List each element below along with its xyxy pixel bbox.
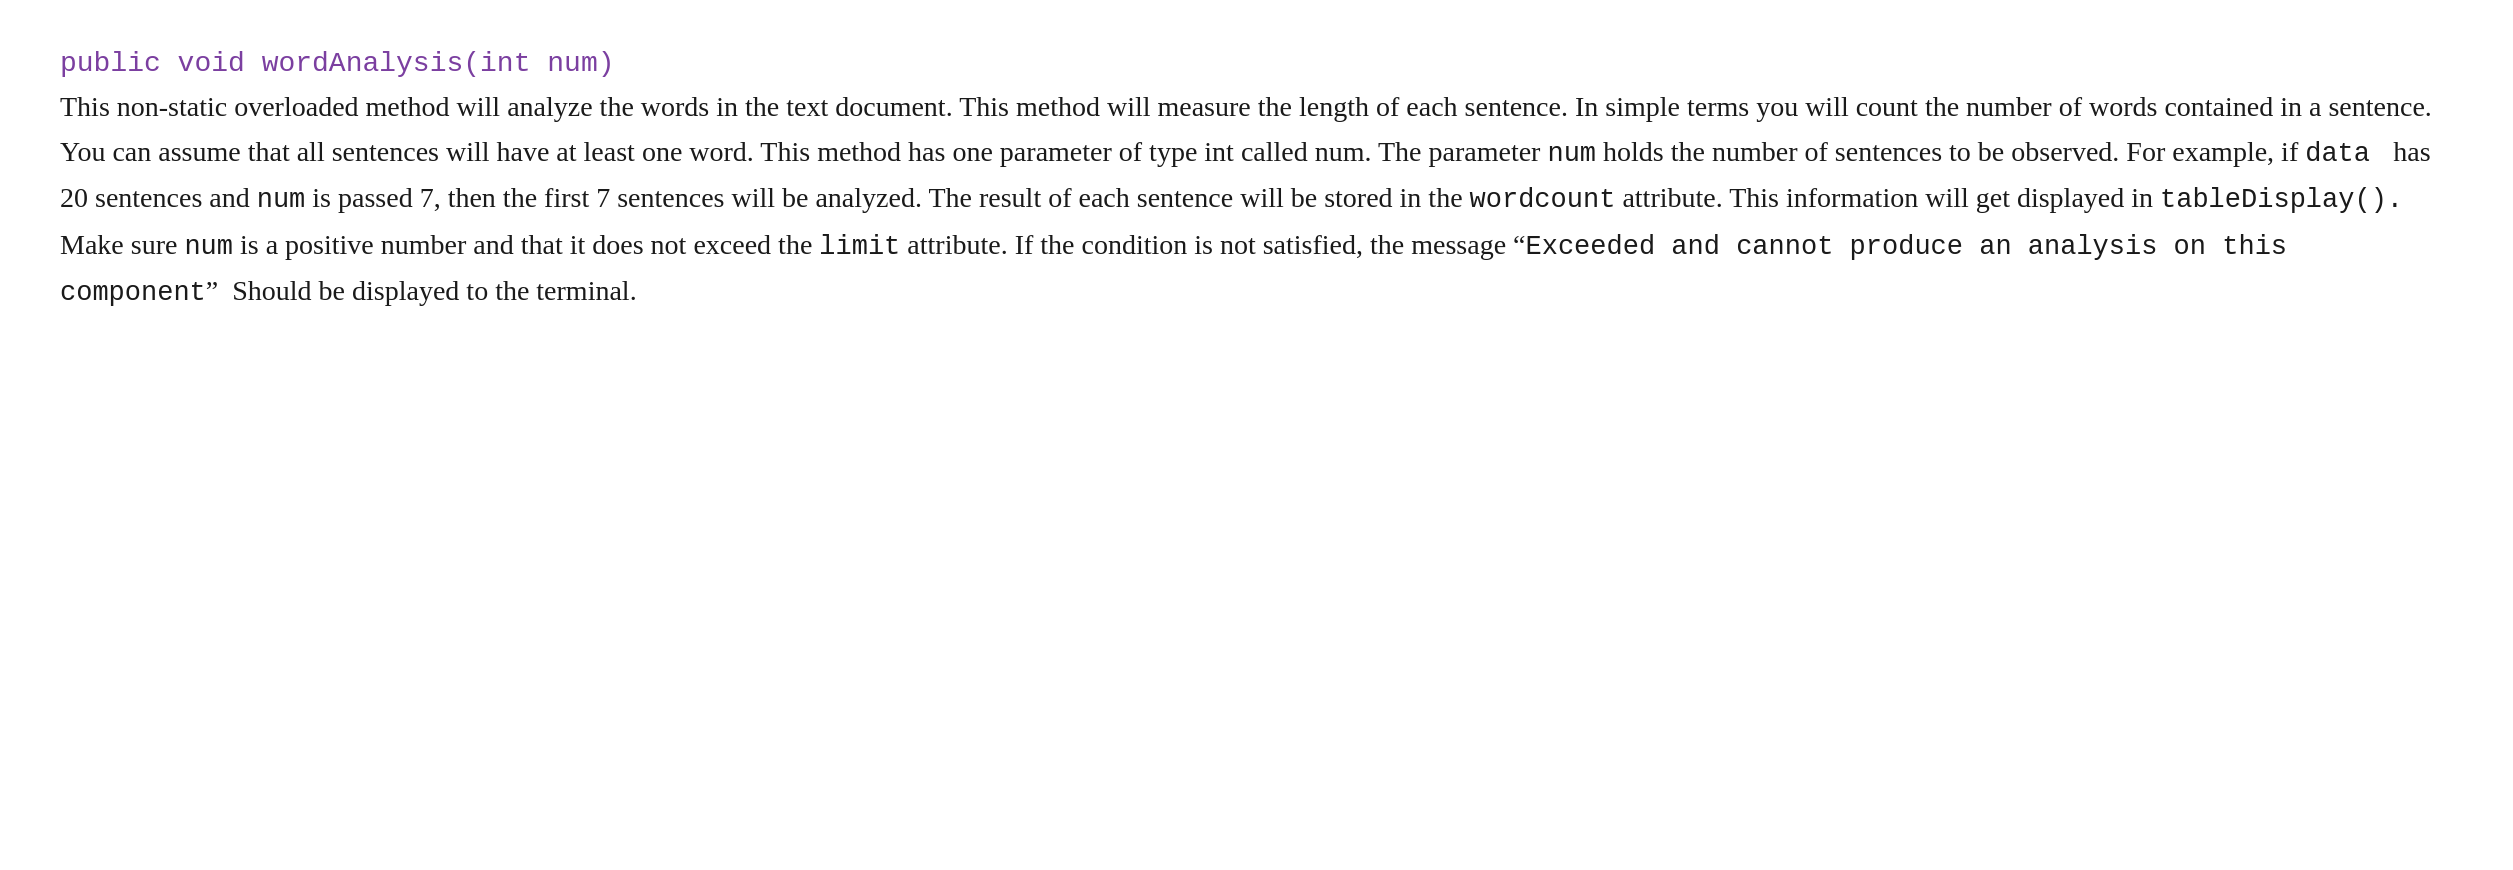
inline-code-num-2: num: [257, 185, 306, 215]
inline-code-data: data: [2305, 139, 2386, 169]
method-signature: public void wordAnalysis(int num): [60, 48, 615, 79]
inline-code-num-1: num: [1547, 139, 1596, 169]
description-text: This non-static overloaded method will a…: [60, 85, 2453, 315]
inline-code-wordcount: wordcount: [1470, 185, 1616, 215]
description-block: This non-static overloaded method will a…: [60, 85, 2453, 315]
inline-code-tabledisplay: tableDisplay().: [2160, 185, 2403, 215]
inline-code-limit: limit: [819, 232, 900, 262]
inline-code-message: Exceeded and cannot produce an analysis …: [60, 232, 2287, 308]
inline-code-num-3: num: [184, 232, 233, 262]
method-signature-line: public void wordAnalysis(int num): [60, 40, 2453, 85]
